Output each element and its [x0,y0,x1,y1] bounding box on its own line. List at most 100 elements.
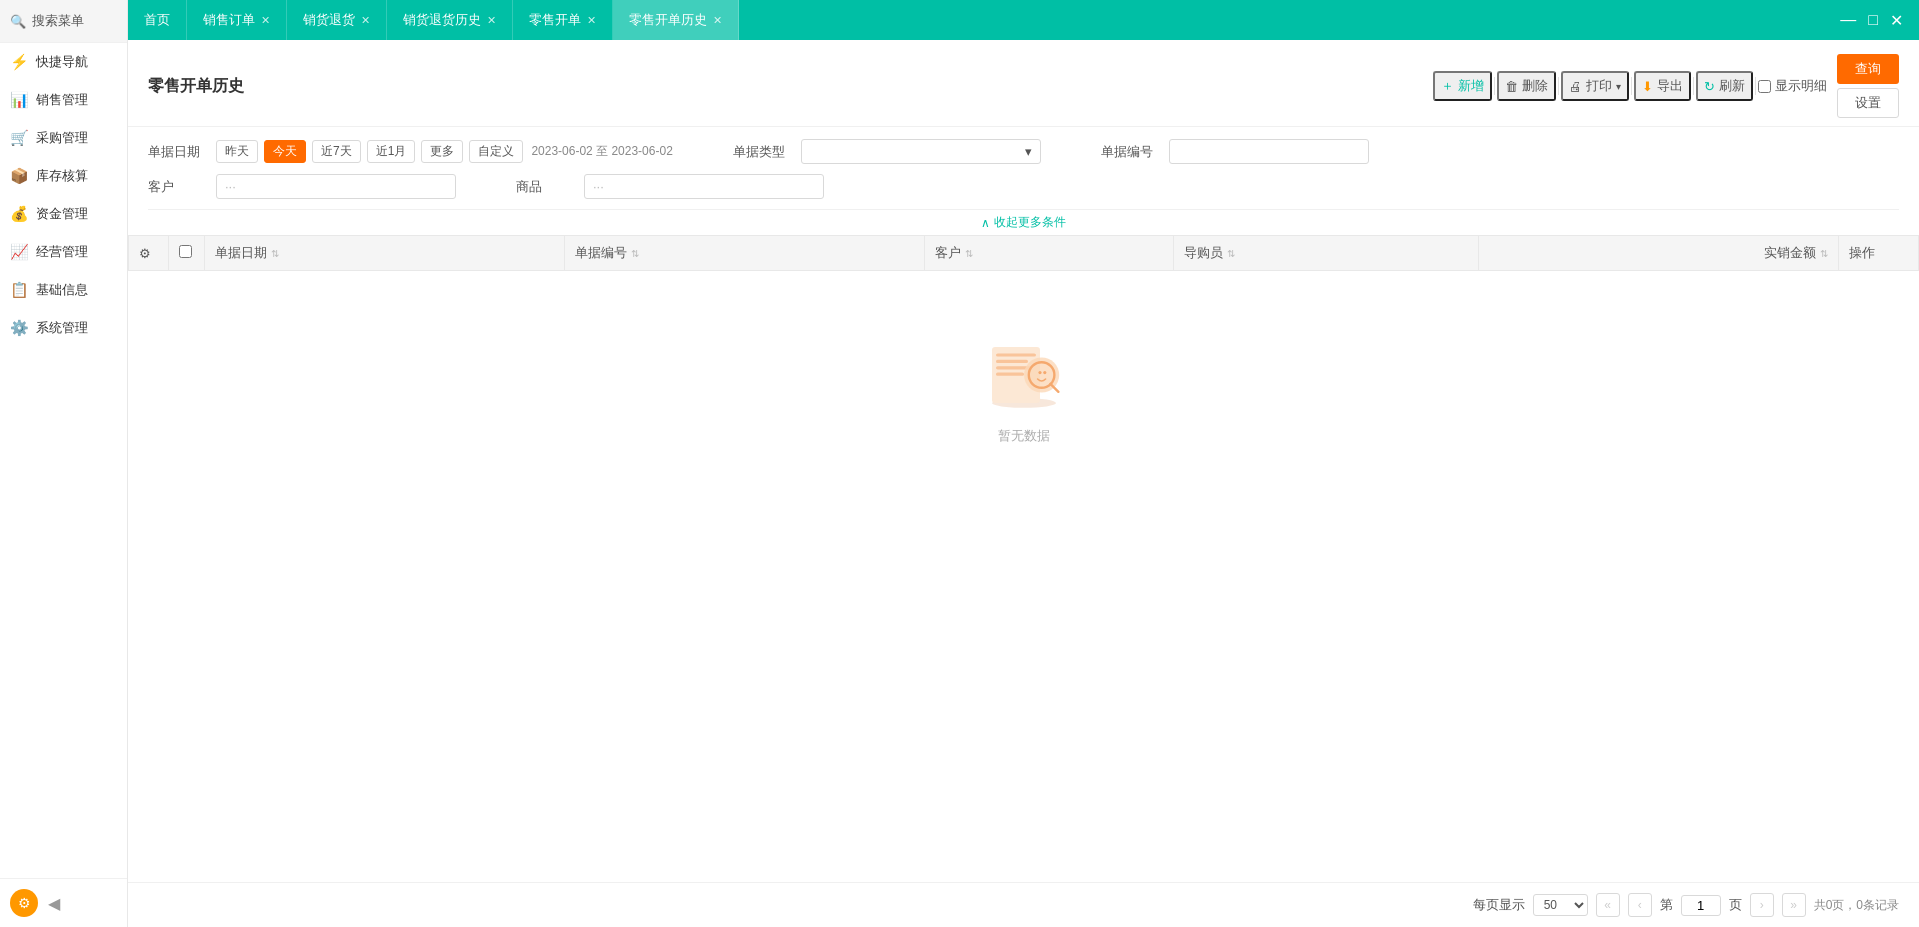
tab-sales-return-label: 销货退货 [303,11,355,29]
th-number[interactable]: 单据编号 ⇅ [564,236,924,271]
date-filter-label: 单据日期 [148,143,208,161]
sidebar-item-operations[interactable]: 📈 经营管理 [0,233,127,271]
query-button[interactable]: 查询 [1837,54,1899,84]
sidebar-item-label: 基础信息 [36,281,88,299]
tab-sales-order[interactable]: 销售订单 ✕ [187,0,287,40]
per-page-select[interactable]: 10 20 50 100 [1533,894,1588,916]
show-detail-input[interactable] [1758,80,1771,93]
product-ellipsis: ··· [593,179,604,194]
sidebar-item-label: 经营管理 [36,243,88,261]
last-page-button[interactable]: » [1782,893,1806,917]
system-mgmt-icon: ⚙️ [10,319,28,337]
minimize-button[interactable]: — [1840,11,1856,29]
add-icon: ＋ [1441,77,1454,95]
th-action: 操作 [1839,236,1919,271]
date-btn-custom[interactable]: 自定义 [469,140,523,163]
th-date[interactable]: 单据日期 ⇅ [205,236,565,271]
th-date-sort[interactable]: ⇅ [271,248,279,259]
collapse-button[interactable]: ∧ 收起更多条件 [148,209,1899,235]
product-filter-label: 商品 [516,178,576,196]
tab-sales-return[interactable]: 销货退货 ✕ [287,0,387,40]
number-input[interactable] [1169,139,1369,164]
tab-retail-open[interactable]: 零售开单 ✕ [513,0,613,40]
tab-retail-open-close[interactable]: ✕ [587,14,596,27]
first-page-button[interactable]: « [1596,893,1620,917]
date-btn-last1m[interactable]: 近1月 [367,140,416,163]
th-number-sort[interactable]: ⇅ [631,248,639,259]
th-salesperson-sort[interactable]: ⇅ [1227,248,1235,259]
print-icon: 🖨 [1569,79,1582,94]
tab-home[interactable]: 首页 [128,0,187,40]
tab-retail-open-history[interactable]: 零售开单历史 ✕ [613,0,739,40]
page-label-before: 第 [1660,896,1673,914]
sidebar-item-label: 资金管理 [36,205,88,223]
top-nav: 首页 销售订单 ✕ 销货退货 ✕ 销货退货历史 ✕ 零售开单 ✕ 零售开单历史 … [128,0,1919,40]
th-amount[interactable]: 实销金额 ⇅ [1478,236,1838,271]
sidebar-item-finance[interactable]: 💰 资金管理 [0,195,127,233]
total-info: 共0页，0条记录 [1814,897,1899,914]
export-button[interactable]: ⬇ 导出 [1634,71,1691,101]
toolbar-divider-2 [1558,77,1559,95]
show-detail-checkbox[interactable]: 显示明细 [1758,77,1827,95]
product-select[interactable]: ··· [584,174,824,199]
sidebar-item-quick-nav[interactable]: ⚡ 快捷导航 [0,43,127,81]
th-check[interactable] [169,236,205,271]
tab-sales-order-label: 销售订单 [203,11,255,29]
customer-select[interactable]: ··· [216,174,456,199]
next-page-button[interactable]: › [1750,893,1774,917]
inventory-icon: 📦 [10,167,28,185]
tab-sales-return-close[interactable]: ✕ [361,14,370,27]
tab-sales-order-close[interactable]: ✕ [261,14,270,27]
select-all-checkbox[interactable] [179,245,192,258]
date-filter-group: 单据日期 昨天 今天 近7天 近1月 更多 自定义 2023-06-02 至 2… [148,140,673,163]
settings-button[interactable]: 设置 [1837,88,1899,118]
tab-home-label: 首页 [144,11,170,29]
date-btn-yesterday[interactable]: 昨天 [216,140,258,163]
sidebar-item-system-mgmt[interactable]: ⚙️ 系统管理 [0,309,127,347]
date-btn-today[interactable]: 今天 [264,140,306,163]
maximize-button[interactable]: □ [1868,11,1878,29]
date-btn-more[interactable]: 更多 [421,140,463,163]
th-customer[interactable]: 客户 ⇅ [924,236,1173,271]
settings-bottom-icon[interactable]: ⚙ [10,889,38,917]
sidebar-item-inventory[interactable]: 📦 库存核算 [0,157,127,195]
sidebar-item-sales-mgmt[interactable]: 📊 销售管理 [0,81,127,119]
tab-retail-open-history-close[interactable]: ✕ [713,14,722,27]
sidebar-item-basic-info[interactable]: 📋 基础信息 [0,271,127,309]
page-number-input[interactable] [1681,895,1721,916]
refresh-icon: ↻ [1704,79,1715,94]
print-arrow: ▾ [1616,81,1621,92]
collapse-label: 收起更多条件 [994,214,1066,231]
product-filter-group: 商品 ··· [516,174,824,199]
delete-icon: 🗑 [1505,79,1518,94]
print-button[interactable]: 🖨 打印 ▾ [1561,71,1629,101]
type-select[interactable]: ▾ [801,139,1041,164]
sidebar-search-label: 搜索菜单 [32,12,84,30]
delete-button[interactable]: 🗑 删除 [1497,71,1556,101]
search-icon: 🔍 [10,14,26,29]
add-label: 新增 [1458,77,1484,95]
sidebar-item-purchase-mgmt[interactable]: 🛒 采购管理 [0,119,127,157]
sidebar-collapse-button[interactable]: ◀ [48,894,60,913]
refresh-button[interactable]: ↻ 刷新 [1696,71,1753,101]
th-settings[interactable]: ⚙ [129,236,169,271]
close-button[interactable]: ✕ [1890,11,1903,30]
tab-sales-return-history-close[interactable]: ✕ [487,14,496,27]
empty-illustration [974,331,1074,411]
filter-row-2: 客户 ··· 商品 ··· [148,174,1899,199]
toolbar-divider-1 [1494,77,1495,95]
add-button[interactable]: ＋ 新增 [1433,71,1492,101]
date-btn-last7[interactable]: 近7天 [312,140,361,163]
th-customer-sort[interactable]: ⇅ [965,248,973,259]
sidebar-search[interactable]: 🔍 搜索菜单 [0,0,127,43]
main-area: 首页 销售订单 ✕ 销货退货 ✕ 销货退货历史 ✕ 零售开单 ✕ 零售开单历史 … [128,0,1919,927]
toolbar: ＋ 新增 🗑 删除 🖨 打印 ▾ ⬇ 导出 [1433,54,1899,118]
th-amount-sort[interactable]: ⇅ [1820,248,1828,259]
tab-sales-return-history[interactable]: 销货退货历史 ✕ [387,0,513,40]
toolbar-divider-4 [1693,77,1694,95]
prev-page-button[interactable]: ‹ [1628,893,1652,917]
operations-icon: 📈 [10,243,28,261]
th-salesperson[interactable]: 导购员 ⇅ [1174,236,1479,271]
delete-label: 删除 [1522,77,1548,95]
date-buttons: 昨天 今天 近7天 近1月 更多 自定义 [216,140,523,163]
